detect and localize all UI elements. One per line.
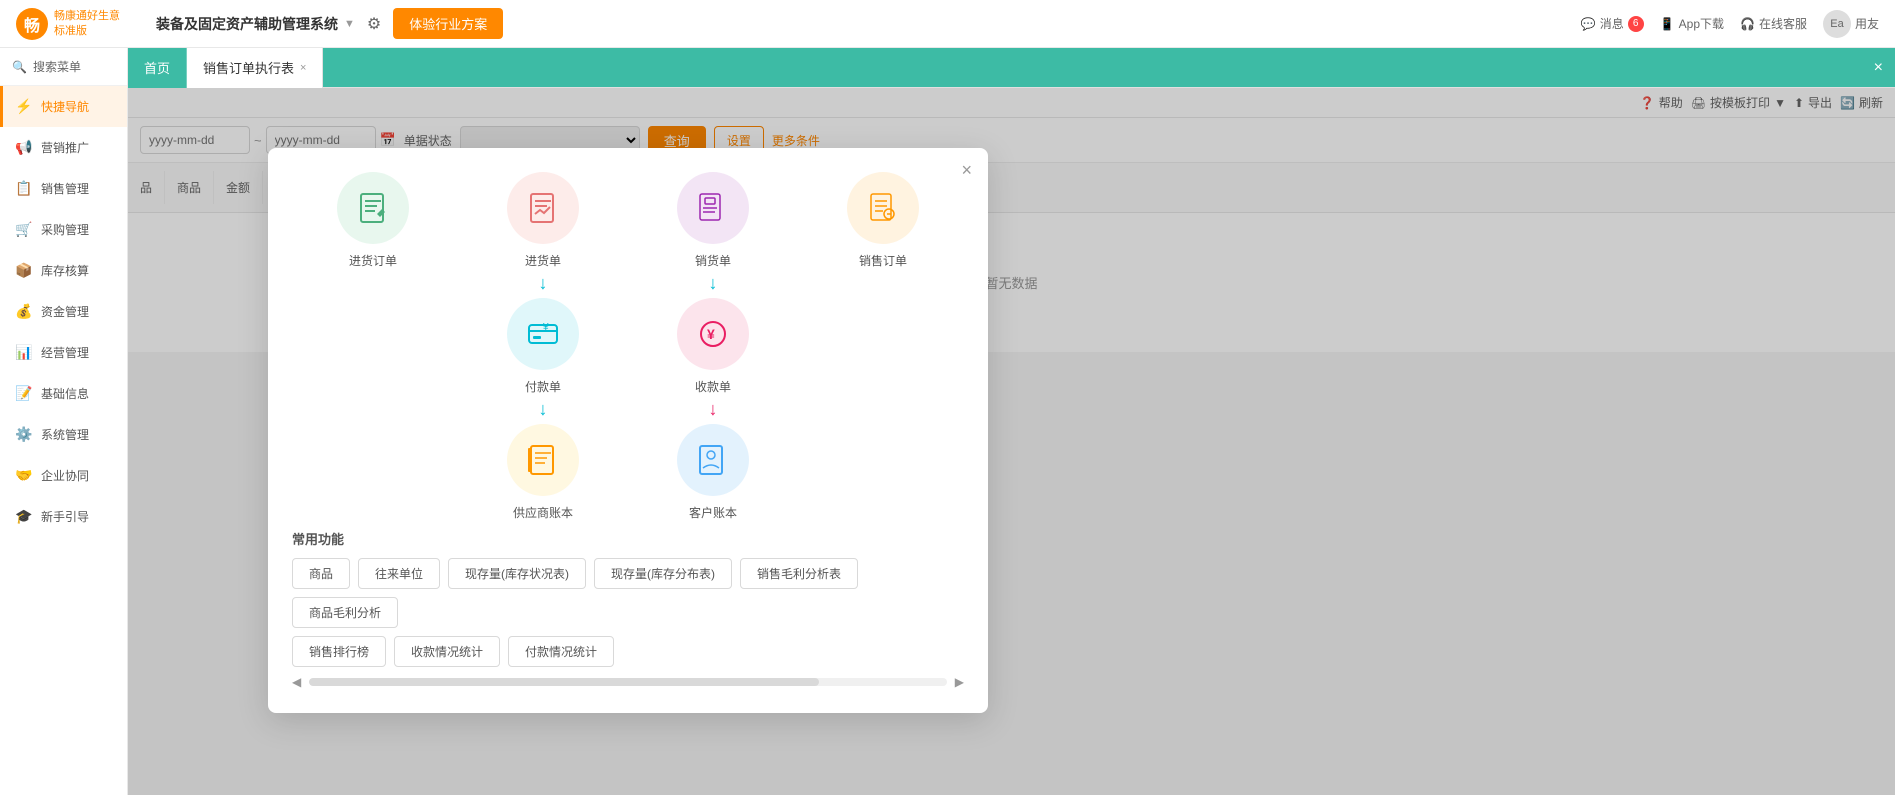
receipt-label: 收款单 <box>695 378 731 395</box>
marketing-icon: 📢 <box>15 139 33 156</box>
trial-button[interactable]: 体验行业方案 <box>393 8 503 39</box>
flow-supplier-ledger[interactable]: 供应商账本 <box>462 424 624 521</box>
sidebar-item-marketing[interactable]: 📢 营销推广 <box>0 127 127 168</box>
search-menu[interactable]: 🔍 搜索菜单 <box>0 48 127 86</box>
down-arrow-sales: ↓ <box>709 273 718 294</box>
tab-close-icon[interactable]: × <box>300 62 306 74</box>
customer-ledger-label: 客户账本 <box>689 504 737 521</box>
service-icon: 🎧 <box>1740 17 1755 31</box>
func-product-profit[interactable]: 商品毛利分析 <box>292 597 398 628</box>
logo-text: 畅康通好生意标准版 <box>54 9 120 38</box>
func-sales-profit[interactable]: 销售毛利分析表 <box>740 558 858 589</box>
scroll-left-arrow[interactable]: ◀ <box>292 675 301 689</box>
sidebar-item-operations[interactable]: 📊 经营管理 <box>0 332 127 373</box>
svg-text:¥: ¥ <box>707 326 715 342</box>
message-badge: 6 <box>1628 16 1644 32</box>
operations-icon: 📊 <box>15 344 33 361</box>
down-arrow-purchase: ↓ <box>539 273 548 294</box>
func-stock-dist[interactable]: 现存量(库存分布表) <box>594 558 732 589</box>
func-payment-stat[interactable]: 付款情况统计 <box>508 636 614 667</box>
system-dropdown-arrow[interactable]: ▼ <box>344 18 355 30</box>
supplier-ledger-icon <box>507 424 579 496</box>
sidebar-item-finance[interactable]: 💰 资金管理 <box>0 291 127 332</box>
sidebar-item-cooperation[interactable]: 🤝 企业协同 <box>0 455 127 496</box>
func-trade-unit[interactable]: 往来单位 <box>358 558 440 589</box>
supplier-ledger-label: 供应商账本 <box>513 504 573 521</box>
down-arrow-receipt: ↓ <box>709 399 718 420</box>
online-service-button[interactable]: 🎧 在线客服 <box>1740 15 1807 32</box>
sidebar-item-purchase[interactable]: 🛒 采购管理 <box>0 209 127 250</box>
basic-info-icon: 📝 <box>15 385 33 402</box>
logo: 畅 畅康通好生意标准版 <box>16 8 144 40</box>
purchase-bill-label: 进货单 <box>525 252 561 269</box>
payment-icon: ¥ <box>507 298 579 370</box>
sidebar-item-inventory[interactable]: 📦 库存核算 <box>0 250 127 291</box>
common-functions-title: 常用功能 <box>292 529 964 548</box>
common-functions: 常用功能 商品 往来单位 现存量(库存状况表) 现存量(库存分布表) 销售毛利分… <box>292 529 964 667</box>
system-icon: ⚙️ <box>15 426 33 443</box>
receipt-icon: ¥ <box>677 298 749 370</box>
modal-scrollbar-area: ◀ ▶ <box>292 675 964 689</box>
avatar: Ea <box>1823 10 1851 38</box>
cooperation-icon: 🤝 <box>15 467 33 484</box>
tab-home[interactable]: 首页 <box>128 48 187 88</box>
tab-sales-order-exec[interactable]: 销售订单执行表 × <box>187 48 323 88</box>
download-icon: 📱 <box>1660 17 1675 31</box>
func-receipt-stat[interactable]: 收款情况统计 <box>394 636 500 667</box>
flow-sales-order[interactable]: 销售订单 <box>802 172 964 269</box>
global-close-button[interactable]: × <box>1862 59 1895 77</box>
finance-icon: 💰 <box>15 303 33 320</box>
sales-order-label: 销售订单 <box>859 252 907 269</box>
func-sales-rank[interactable]: 销售排行榜 <box>292 636 386 667</box>
inventory-icon: 📦 <box>15 262 33 279</box>
purchase-order-label: 进货订单 <box>349 252 397 269</box>
sales-bill-label: 销货单 <box>695 252 731 269</box>
svg-text:¥: ¥ <box>542 322 549 333</box>
message-icon: 💬 <box>1581 17 1596 31</box>
sidebar-item-newbie[interactable]: 🎓 新手引导 <box>0 496 127 537</box>
sales-order-icon <box>847 172 919 244</box>
flow-sales-bill[interactable]: 销货单 <box>632 172 794 269</box>
scroll-right-arrow[interactable]: ▶ <box>955 675 964 689</box>
scrollbar-track[interactable] <box>309 678 819 686</box>
search-icon: 🔍 <box>12 60 27 74</box>
quick-nav-icon: ⚡ <box>15 98 33 115</box>
flow-payment[interactable]: ¥ 付款单 <box>462 298 624 395</box>
gear-icon[interactable]: ⚙ <box>367 14 381 34</box>
func-stock-status[interactable]: 现存量(库存状况表) <box>448 558 586 589</box>
func-buttons-row1: 商品 往来单位 现存量(库存状况表) 现存量(库存分布表) 销售毛利分析表 商品… <box>292 558 964 628</box>
purchase-bill-icon <box>507 172 579 244</box>
purchase-order-icon <box>337 172 409 244</box>
modal-overlay: × 进货订单 <box>128 88 1895 795</box>
flow-customer-ledger[interactable]: 客户账本 <box>632 424 794 521</box>
flow-purchase-bill[interactable]: 进货单 <box>462 172 624 269</box>
logo-icon: 畅 <box>16 8 48 40</box>
flow-receipt[interactable]: ¥ 收款单 <box>632 298 794 395</box>
system-title: 装备及固定资产辅助管理系统 ▼ <box>156 14 355 34</box>
purchase-icon: 🛒 <box>15 221 33 238</box>
message-button[interactable]: 💬 消息 6 <box>1581 15 1644 32</box>
sidebar-item-system[interactable]: ⚙️ 系统管理 <box>0 414 127 455</box>
down-arrow-payment: ↓ <box>539 399 548 420</box>
func-product[interactable]: 商品 <box>292 558 350 589</box>
flow-purchase-order[interactable]: 进货订单 <box>292 172 454 269</box>
func-buttons-row2: 销售排行榜 收款情况统计 付款情况统计 <box>292 636 964 667</box>
quick-nav-modal: × 进货订单 <box>268 148 988 713</box>
user-menu[interactable]: Ea 用友 <box>1823 10 1879 38</box>
modal-close-button[interactable]: × <box>961 160 972 181</box>
payment-label: 付款单 <box>525 378 561 395</box>
app-download-button[interactable]: 📱 App下载 <box>1660 15 1724 32</box>
sidebar-item-quick-nav[interactable]: ⚡ 快捷导航 <box>0 86 127 127</box>
newbie-icon: 🎓 <box>15 508 33 525</box>
sidebar-item-basic-info[interactable]: 📝 基础信息 <box>0 373 127 414</box>
sidebar-item-sales[interactable]: 📋 销售管理 <box>0 168 127 209</box>
sales-bill-icon <box>677 172 749 244</box>
customer-ledger-icon <box>677 424 749 496</box>
sales-icon: 📋 <box>15 180 33 197</box>
